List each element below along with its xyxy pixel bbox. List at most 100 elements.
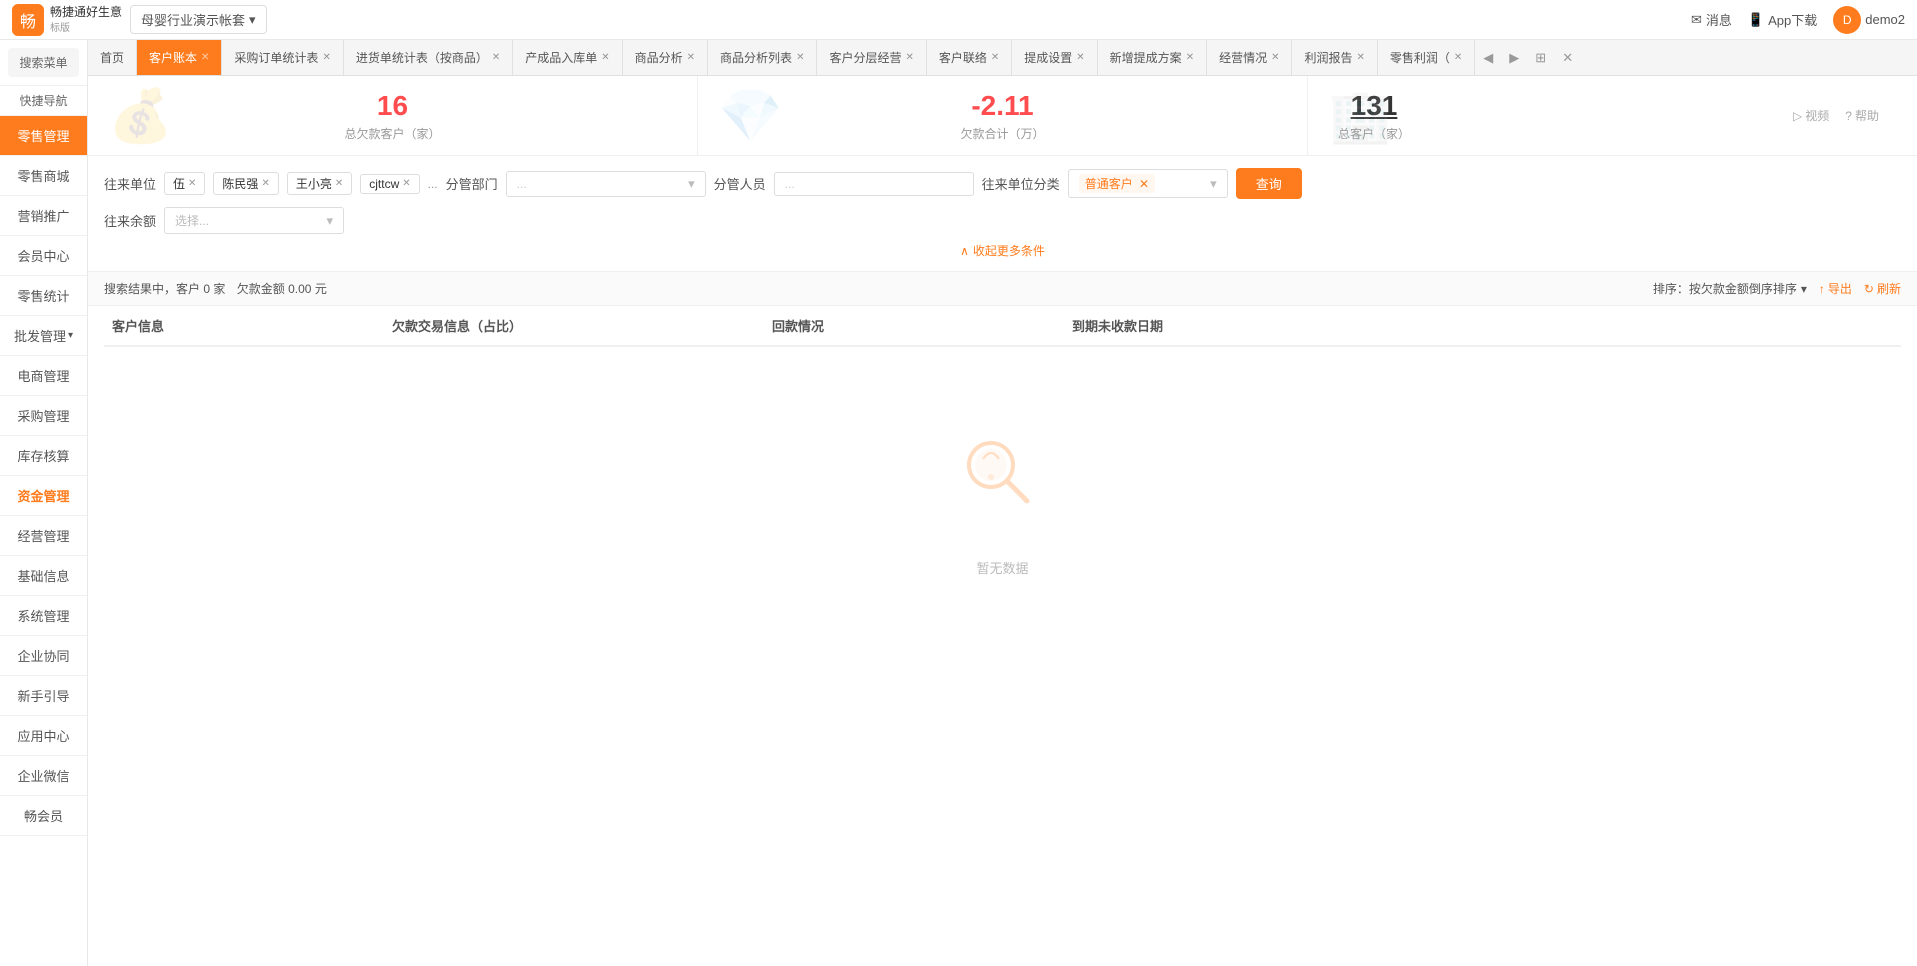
search-menu-btn[interactable]: 搜索菜单 bbox=[8, 48, 79, 77]
tab-close-goods-analysis-list[interactable]: ✕ bbox=[796, 52, 804, 63]
help-link[interactable]: ? 帮助 bbox=[1845, 107, 1879, 124]
tab-close-inbound-stats[interactable]: ✕ bbox=[492, 52, 500, 63]
tab-close-new-promotion-plan[interactable]: ✕ bbox=[1186, 52, 1194, 63]
tab-close-product-inbound[interactable]: ✕ bbox=[601, 52, 609, 63]
filter-tag-wu-close[interactable]: ✕ bbox=[188, 178, 196, 189]
sidebar-item-basic-info[interactable]: 基础信息 bbox=[0, 556, 87, 596]
stat-icon-1: 💰 bbox=[108, 85, 173, 146]
filter-tag-wang-close[interactable]: ✕ bbox=[335, 178, 343, 189]
tab-profit-report[interactable]: 利润报告 ✕ bbox=[1292, 40, 1377, 75]
sidebar-item-finance[interactable]: 资金管理 bbox=[0, 476, 87, 516]
unit-filter-label: 往来单位 bbox=[104, 174, 156, 193]
video-icon: ▷ bbox=[1793, 109, 1802, 123]
tab-goods-analysis-list[interactable]: 商品分析列表 ✕ bbox=[708, 40, 817, 75]
sidebar-item-batch-mgmt[interactable]: 批发管理 ▾ bbox=[0, 316, 87, 356]
person-select[interactable]: ... bbox=[774, 172, 974, 196]
sidebar-item-purchase-mgmt[interactable]: 采购管理 bbox=[0, 396, 87, 436]
tab-close-ops-situation[interactable]: ✕ bbox=[1271, 52, 1279, 63]
tab-new-promotion-plan[interactable]: 新增提成方案 ✕ bbox=[1098, 40, 1207, 75]
sidebar-item-system-mgmt[interactable]: 系统管理 bbox=[0, 596, 87, 636]
sidebar-item-retail-mgmt[interactable]: 零售管理 bbox=[0, 116, 87, 156]
top-bar: 畅 畅捷通好生意 标版 母婴行业演示帐套 ▾ ✉ 消息 📱 App下载 D de… bbox=[0, 0, 1917, 40]
stat-content-2: -2.11 欠款合计（万） bbox=[960, 89, 1044, 142]
table-header-customer-info: 客户信息 bbox=[104, 316, 384, 335]
stat-content-1: 16 总欠款客户（家） bbox=[344, 89, 440, 142]
sidebar-item-new-guide[interactable]: 新手引导 bbox=[0, 676, 87, 716]
video-link[interactable]: ▷ 视频 bbox=[1793, 107, 1829, 124]
sidebar-item-retail-mall[interactable]: 零售商城 bbox=[0, 156, 87, 196]
page-content: 💰 16 总欠款客户（家） 💎 -2.11 欠款合计（万） 🏢 bbox=[88, 76, 1917, 966]
tab-close-customer-book[interactable]: ✕ bbox=[201, 52, 209, 63]
export-btn[interactable]: ↑ 导出 bbox=[1819, 280, 1852, 297]
dept-select-arrow: ▾ bbox=[688, 176, 695, 192]
tab-expand-btn[interactable]: ⊞ bbox=[1527, 40, 1554, 75]
sidebar-item-ecommerce[interactable]: 电商管理 bbox=[0, 356, 87, 396]
sidebar-item-app-center[interactable]: 应用中心 bbox=[0, 716, 87, 756]
tab-promotion-settings[interactable]: 提成设置 ✕ bbox=[1012, 40, 1097, 75]
sidebar-item-enterprise[interactable]: 企业协同 bbox=[0, 636, 87, 676]
tab-customer-contact[interactable]: 客户联络 ✕ bbox=[927, 40, 1012, 75]
stats-banner: 💰 16 总欠款客户（家） 💎 -2.11 欠款合计（万） 🏢 bbox=[88, 76, 1917, 156]
tab-inbound-stats[interactable]: 进货单统计表（按商品） ✕ bbox=[344, 40, 513, 75]
chevron-icon: ▾ bbox=[68, 330, 73, 341]
tab-product-inbound[interactable]: 产成品入库单 ✕ bbox=[513, 40, 622, 75]
filter-more-units[interactable]: ... bbox=[428, 177, 438, 191]
message-btn[interactable]: ✉ 消息 bbox=[1691, 10, 1732, 29]
tab-close-customer-contact[interactable]: ✕ bbox=[991, 52, 999, 63]
sidebar-item-inventory[interactable]: 库存核算 bbox=[0, 436, 87, 476]
filter-tag-cjttcw-close[interactable]: ✕ bbox=[402, 178, 410, 189]
tab-close-profit-report[interactable]: ✕ bbox=[1357, 52, 1365, 63]
tab-close-retail-profit[interactable]: ✕ bbox=[1454, 52, 1462, 63]
table-header: 客户信息 欠款交易信息（占比） 回款情况 到期未收款日期 bbox=[104, 306, 1901, 347]
refresh-btn[interactable]: ↻ 刷新 bbox=[1864, 280, 1901, 297]
stat-help-links: ▷ 视频 ? 帮助 bbox=[1793, 107, 1887, 124]
org-selector[interactable]: 母婴行业演示帐套 ▾ bbox=[130, 5, 267, 34]
tab-next-btn[interactable]: ▶ bbox=[1501, 40, 1527, 75]
stat-block-total-customers: 🏢 131 总客户（家） ▷ 视频 ? bbox=[1308, 76, 1917, 155]
tab-home[interactable]: 首页 bbox=[88, 40, 137, 75]
user-profile[interactable]: D demo2 bbox=[1833, 6, 1905, 34]
sidebar-item-marketing[interactable]: 营销推广 bbox=[0, 196, 87, 236]
sidebar-item-wecom[interactable]: 企业微信 bbox=[0, 756, 87, 796]
tab-close-all-btn[interactable]: ✕ bbox=[1554, 40, 1581, 75]
tab-close-customer-segment[interactable]: ✕ bbox=[905, 52, 913, 63]
tab-goods-analysis[interactable]: 商品分析 ✕ bbox=[623, 40, 708, 75]
filter-area: 往来单位 伍 ✕ 陈民强 ✕ 王小亮 ✕ cjttcw bbox=[88, 156, 1917, 272]
dept-select[interactable]: ... ▾ bbox=[506, 171, 706, 197]
tab-retail-profit[interactable]: 零售利润（ ✕ bbox=[1378, 40, 1475, 75]
sidebar-item-ops-mgmt[interactable]: 经营管理 bbox=[0, 516, 87, 556]
tab-customer-segment[interactable]: 客户分层经营 ✕ bbox=[817, 40, 926, 75]
filter-tag-chen-close[interactable]: ✕ bbox=[261, 178, 269, 189]
unit-class-clear[interactable]: ✕ bbox=[1139, 177, 1149, 191]
filter-tag-wang: 王小亮 ✕ bbox=[287, 172, 352, 195]
unit-class-select[interactable]: 普通客户 ✕ ▾ bbox=[1068, 169, 1228, 198]
filter-row-1: 往来单位 伍 ✕ 陈民强 ✕ 王小亮 ✕ cjttcw bbox=[104, 168, 1901, 199]
quick-nav-btn[interactable]: 快捷导航 bbox=[0, 86, 87, 116]
sidebar-item-vip-member[interactable]: 畅会员 bbox=[0, 796, 87, 836]
tab-close-promotion-settings[interactable]: ✕ bbox=[1076, 52, 1084, 63]
top-bar-right: ✉ 消息 📱 App下载 D demo2 bbox=[1691, 6, 1905, 34]
help-icon: ? bbox=[1845, 109, 1852, 123]
sidebar-item-retail-stats[interactable]: 零售统计 bbox=[0, 276, 87, 316]
main-area: 首页 客户账本 ✕ 采购订单统计表 ✕ 进货单统计表（按商品） ✕ 产成品入库单… bbox=[88, 40, 1917, 966]
query-btn[interactable]: 查询 bbox=[1236, 168, 1302, 199]
tab-prev-btn[interactable]: ◀ bbox=[1475, 40, 1501, 75]
logo-text: 畅捷通好生意 bbox=[50, 5, 122, 19]
balance-filter-label: 往来余额 bbox=[104, 211, 156, 230]
tab-ops-situation[interactable]: 经营情况 ✕ bbox=[1207, 40, 1292, 75]
result-actions: 排序：按欠款金额倒序排序 ▾ ↑ 导出 ↻ 刷新 bbox=[1653, 280, 1901, 297]
collapse-filter-btn[interactable]: ∧ 收起更多条件 bbox=[104, 242, 1901, 259]
balance-select[interactable]: 选择... ▾ bbox=[164, 207, 344, 234]
sidebar-item-member-center[interactable]: 会员中心 bbox=[0, 236, 87, 276]
dept-filter-label: 分管部门 bbox=[446, 174, 498, 193]
tab-customer-book[interactable]: 客户账本 ✕ bbox=[137, 40, 222, 75]
tab-close-purchase-order-stats[interactable]: ✕ bbox=[322, 52, 330, 63]
app-download-btn[interactable]: 📱 App下载 bbox=[1748, 10, 1817, 29]
sort-select[interactable]: 排序：按欠款金额倒序排序 ▾ bbox=[1653, 280, 1807, 297]
stat-block-overdue-customers: 💰 16 总欠款客户（家） bbox=[88, 76, 698, 155]
tab-purchase-order-stats[interactable]: 采购订单统计表 ✕ bbox=[222, 40, 343, 75]
avatar: D bbox=[1833, 6, 1861, 34]
logo-area: 畅 畅捷通好生意 标版 bbox=[12, 4, 122, 36]
overdue-customers-label: 总欠款客户（家） bbox=[344, 125, 440, 142]
tab-close-goods-analysis[interactable]: ✕ bbox=[687, 52, 695, 63]
